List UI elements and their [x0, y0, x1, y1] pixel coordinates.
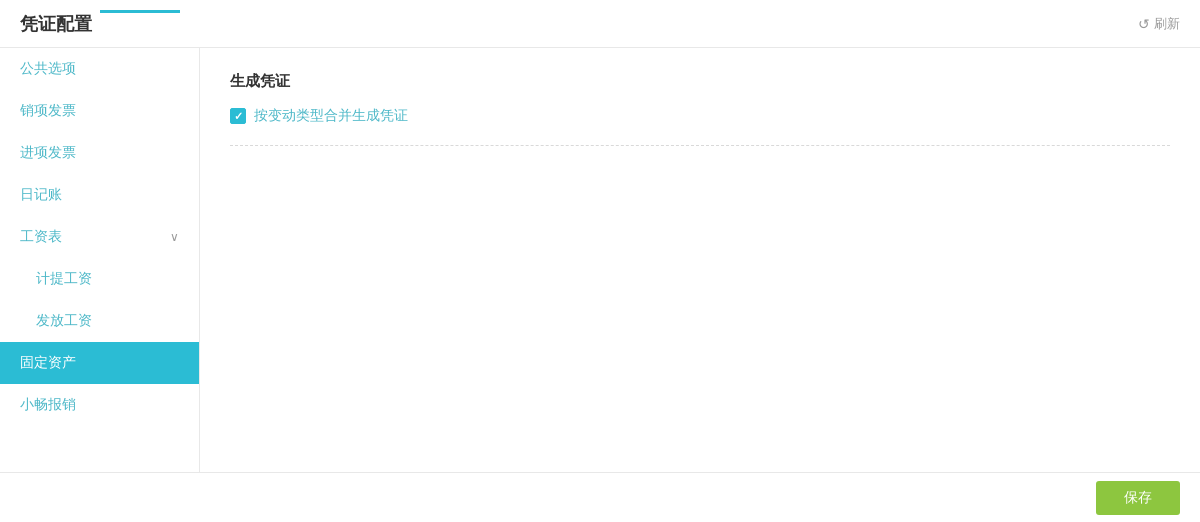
- top-tab-indicator: [0, 0, 1200, 3]
- sidebar-item-sales-invoice[interactable]: 销项发票: [0, 90, 199, 132]
- sidebar-item-label: 工资表: [20, 228, 62, 246]
- sidebar-item-label: 小畅报销: [20, 396, 76, 414]
- sidebar-item-payroll-table[interactable]: 工资表 ∨: [0, 216, 199, 258]
- merge-by-type-checkbox[interactable]: [230, 108, 246, 124]
- header: 凭证配置 ↺ 刷新: [0, 0, 1200, 48]
- sidebar-item-label: 公共选项: [20, 60, 76, 78]
- sidebar-item-label: 固定资产: [20, 354, 76, 372]
- sidebar-item-purchase-invoice[interactable]: 进项发票: [0, 132, 199, 174]
- refresh-label: 刷新: [1154, 15, 1180, 33]
- sidebar-item-fixed-assets[interactable]: 固定资产: [0, 342, 199, 384]
- main-layout: 公共选项销项发票进项发票日记账工资表 ∨ 计提工资发放工资固定资产小畅报销 生成凭证…: [0, 48, 1200, 522]
- sidebar-item-label: 发放工资: [36, 312, 92, 330]
- sidebar-item-payroll-accrual[interactable]: 计提工资: [0, 258, 199, 300]
- save-button[interactable]: 保存: [1096, 481, 1180, 515]
- sidebar-item-payroll-issue[interactable]: 发放工资: [0, 300, 199, 342]
- checkbox-label: 按变动类型合并生成凭证: [254, 107, 408, 125]
- sidebar-item-expense-report[interactable]: 小畅报销: [0, 384, 199, 426]
- sidebar-item-public-options[interactable]: 公共选项: [0, 48, 199, 90]
- checkbox-row: 按变动类型合并生成凭证: [230, 107, 1170, 125]
- main-content: 生成凭证 按变动类型合并生成凭证: [200, 48, 1200, 522]
- page-title: 凭证配置: [20, 12, 92, 36]
- sidebar-item-label: 日记账: [20, 186, 62, 204]
- section-divider: [230, 145, 1170, 146]
- refresh-icon: ↺: [1138, 16, 1150, 32]
- sidebar: 公共选项销项发票进项发票日记账工资表 ∨ 计提工资发放工资固定资产小畅报销: [0, 48, 200, 522]
- refresh-button[interactable]: ↺ 刷新: [1138, 15, 1180, 33]
- sidebar-item-label: 进项发票: [20, 144, 76, 162]
- sidebar-item-label: 计提工资: [36, 270, 92, 288]
- sidebar-item-journal[interactable]: 日记账: [0, 174, 199, 216]
- section-title: 生成凭证: [230, 72, 1170, 91]
- sidebar-item-label: 销项发票: [20, 102, 76, 120]
- chevron-down-icon: ∨: [170, 230, 179, 244]
- footer: 保存: [0, 472, 1200, 522]
